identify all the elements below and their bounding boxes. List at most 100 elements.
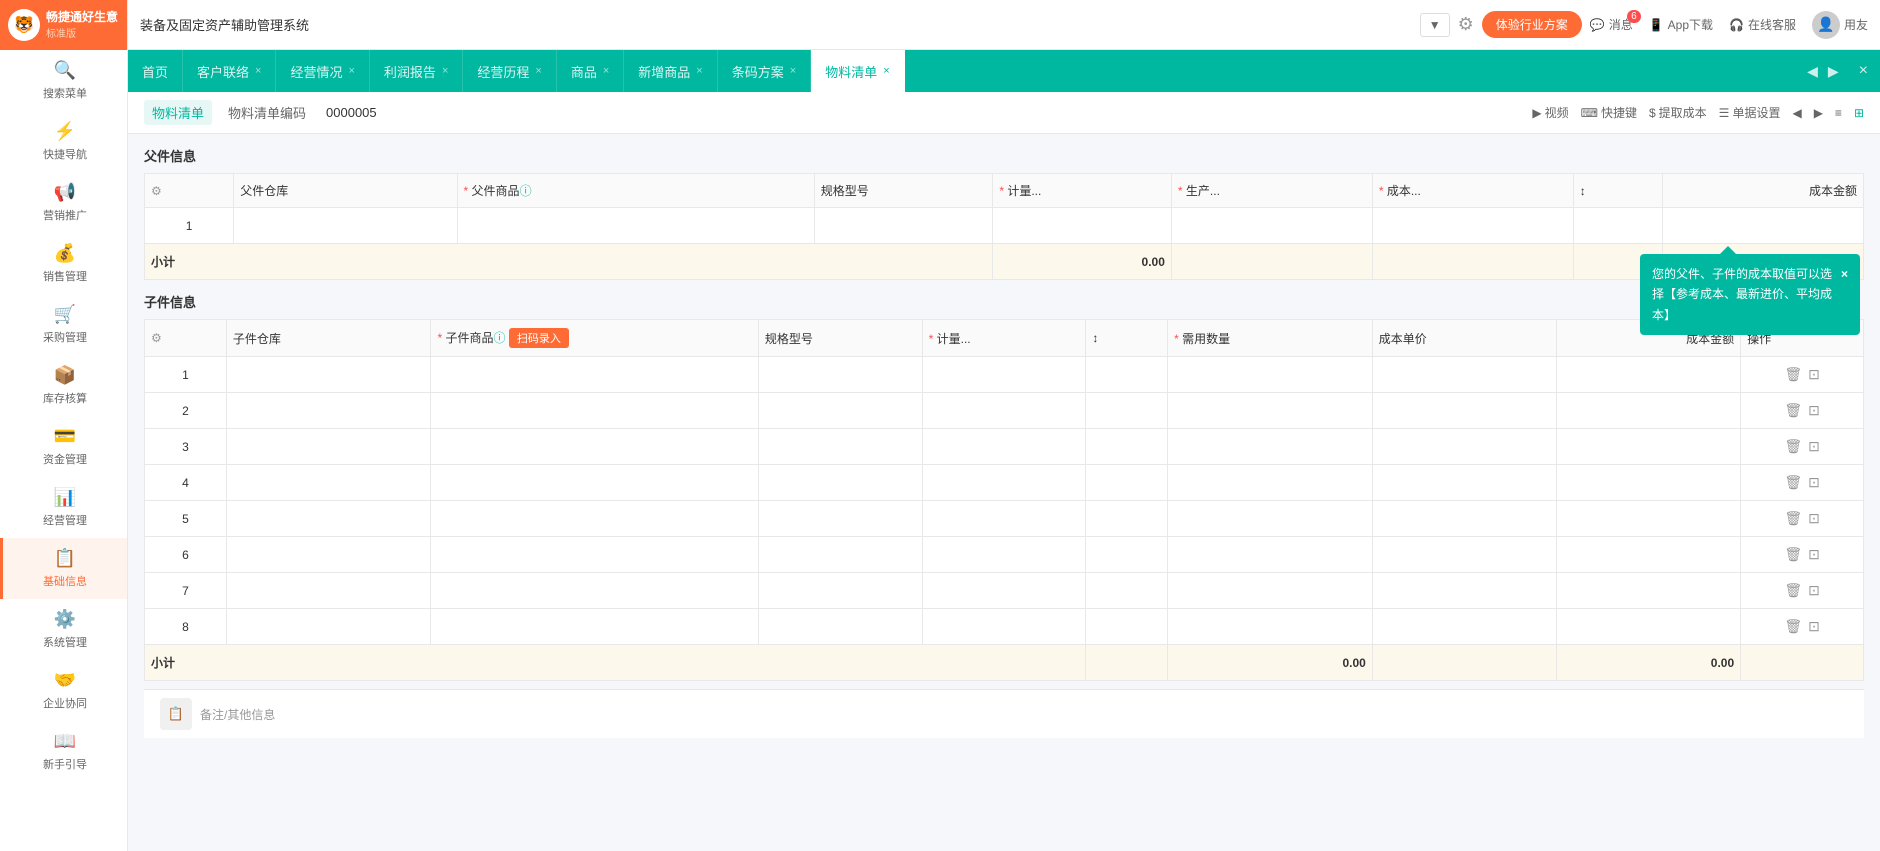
nav-back-btn[interactable]: ◀ (1792, 106, 1801, 120)
scan-input-btn[interactable]: 扫码录入 (509, 328, 569, 348)
child-unit-2[interactable] (922, 393, 1086, 429)
child-need-2[interactable] (1168, 393, 1373, 429)
tab-customers[interactable]: 客户联络 × (183, 50, 276, 92)
sidebar-item-search[interactable]: 🔍 搜索菜单 (0, 50, 127, 111)
child-price-2[interactable] (1372, 393, 1556, 429)
child-price-3[interactable] (1372, 429, 1556, 465)
child-product-8[interactable] (431, 609, 758, 645)
tab-bom-close[interactable]: × (883, 65, 889, 77)
child-unit-4[interactable] (922, 465, 1086, 501)
child-need-7[interactable] (1168, 573, 1373, 609)
delete-icon-7[interactable]: 🗑 (1784, 582, 1802, 599)
tab-new-product[interactable]: 新增商品 × (624, 50, 717, 92)
child-sort-8[interactable] (1086, 609, 1168, 645)
child-sort-1[interactable] (1086, 357, 1168, 393)
delete-icon-4[interactable]: 🗑 (1784, 474, 1802, 491)
parent-product-1[interactable] (457, 208, 814, 244)
child-spec-4[interactable] (758, 465, 922, 501)
layout-btn[interactable]: ≡ (1835, 106, 1842, 120)
child-product-1[interactable] (431, 357, 758, 393)
child-product-7[interactable] (431, 573, 758, 609)
child-product-3[interactable] (431, 429, 758, 465)
child-unit-5[interactable] (922, 501, 1086, 537)
delete-icon-6[interactable]: 🗑 (1784, 546, 1802, 563)
sidebar-item-finance[interactable]: 💳 资金管理 (0, 416, 127, 477)
tab-barcode[interactable]: 条码方案 × (718, 50, 811, 92)
sidebar-item-operations[interactable]: 📊 经营管理 (0, 477, 127, 538)
child-sort-7[interactable] (1086, 573, 1168, 609)
view-btn[interactable]: ▶ 视频 (1532, 104, 1568, 121)
child-price-1[interactable] (1372, 357, 1556, 393)
child-price-6[interactable] (1372, 537, 1556, 573)
child-spec-1[interactable] (758, 357, 922, 393)
message-btn[interactable]: 💬 消息 6 (1590, 16, 1633, 33)
child-unit-1[interactable] (922, 357, 1086, 393)
th-child-settings[interactable]: ⚙ (145, 320, 227, 357)
copy-icon-3[interactable]: ⊡ (1808, 438, 1820, 455)
nav-forward-btn[interactable]: ▶ (1814, 106, 1823, 120)
tab-bom[interactable]: 物料清单 × (811, 50, 904, 92)
child-spec-6[interactable] (758, 537, 922, 573)
sidebar-item-cooperation[interactable]: 🤝 企业协同 (0, 660, 127, 721)
sidebar-item-sales[interactable]: 💰 销售管理 (0, 233, 127, 294)
child-warehouse-5[interactable] (226, 501, 431, 537)
child-amount-6[interactable] (1556, 537, 1740, 573)
child-amount-7[interactable] (1556, 573, 1740, 609)
child-need-4[interactable] (1168, 465, 1373, 501)
nav-prev-icon[interactable]: ◀ (1803, 61, 1822, 82)
nav-close-all-btn[interactable]: × (1847, 62, 1880, 80)
sidebar-item-marketing[interactable]: 📢 营销推广 (0, 172, 127, 233)
child-spec-8[interactable] (758, 609, 922, 645)
child-need-6[interactable] (1168, 537, 1373, 573)
sidebar-item-system[interactable]: ⚙️ 系统管理 (0, 599, 127, 660)
doc-settings-btn[interactable]: ☰ 单据设置 (1719, 104, 1781, 121)
child-sort-5[interactable] (1086, 501, 1168, 537)
child-sort-3[interactable] (1086, 429, 1168, 465)
sidebar-item-quick-nav[interactable]: ⚡ 快捷导航 (0, 111, 127, 172)
tab-customers-close[interactable]: × (255, 65, 261, 77)
child-product-6[interactable] (431, 537, 758, 573)
child-price-5[interactable] (1372, 501, 1556, 537)
child-amount-5[interactable] (1556, 501, 1740, 537)
copy-icon-6[interactable]: ⊡ (1808, 546, 1820, 563)
child-warehouse-1[interactable] (226, 357, 431, 393)
sub-tab-list[interactable]: 物料清单 (144, 100, 212, 125)
parent-cost-1[interactable] (1372, 208, 1573, 244)
online-service-btn[interactable]: 🎧 在线客服 (1729, 16, 1796, 33)
copy-icon-8[interactable]: ⊡ (1808, 618, 1820, 635)
child-unit-7[interactable] (922, 573, 1086, 609)
tab-barcode-close[interactable]: × (790, 65, 796, 77)
child-need-3[interactable] (1168, 429, 1373, 465)
delete-icon-5[interactable]: 🗑 (1784, 510, 1802, 527)
parent-amount-1[interactable] (1663, 208, 1864, 244)
expand-btn[interactable]: ⊞ (1854, 106, 1864, 120)
copy-icon-5[interactable]: ⊡ (1808, 510, 1820, 527)
child-amount-8[interactable] (1556, 609, 1740, 645)
child-spec-7[interactable] (758, 573, 922, 609)
child-amount-1[interactable] (1556, 357, 1740, 393)
child-warehouse-6[interactable] (226, 537, 431, 573)
parent-spec-1[interactable] (814, 208, 993, 244)
child-product-info-icon[interactable]: ⓘ (494, 331, 506, 345)
tab-profit[interactable]: 利润报告 × (370, 50, 463, 92)
tab-operations[interactable]: 经营情况 × (276, 50, 369, 92)
child-need-5[interactable] (1168, 501, 1373, 537)
child-spec-2[interactable] (758, 393, 922, 429)
tab-profit-close[interactable]: × (442, 65, 448, 77)
child-product-2[interactable] (431, 393, 758, 429)
child-price-7[interactable] (1372, 573, 1556, 609)
tab-home[interactable]: 首页 (128, 50, 183, 92)
child-need-1[interactable] (1168, 357, 1373, 393)
parent-mfg-1[interactable] (1171, 208, 1372, 244)
child-price-4[interactable] (1372, 465, 1556, 501)
copy-icon-4[interactable]: ⊡ (1808, 474, 1820, 491)
child-sort-2[interactable] (1086, 393, 1168, 429)
delete-icon-3[interactable]: 🗑 (1784, 438, 1802, 455)
tab-history[interactable]: 经营历程 × (463, 50, 556, 92)
child-sort-4[interactable] (1086, 465, 1168, 501)
child-amount-3[interactable] (1556, 429, 1740, 465)
child-warehouse-8[interactable] (226, 609, 431, 645)
child-need-8[interactable] (1168, 609, 1373, 645)
delete-icon-2[interactable]: 🗑 (1784, 402, 1802, 419)
child-price-8[interactable] (1372, 609, 1556, 645)
